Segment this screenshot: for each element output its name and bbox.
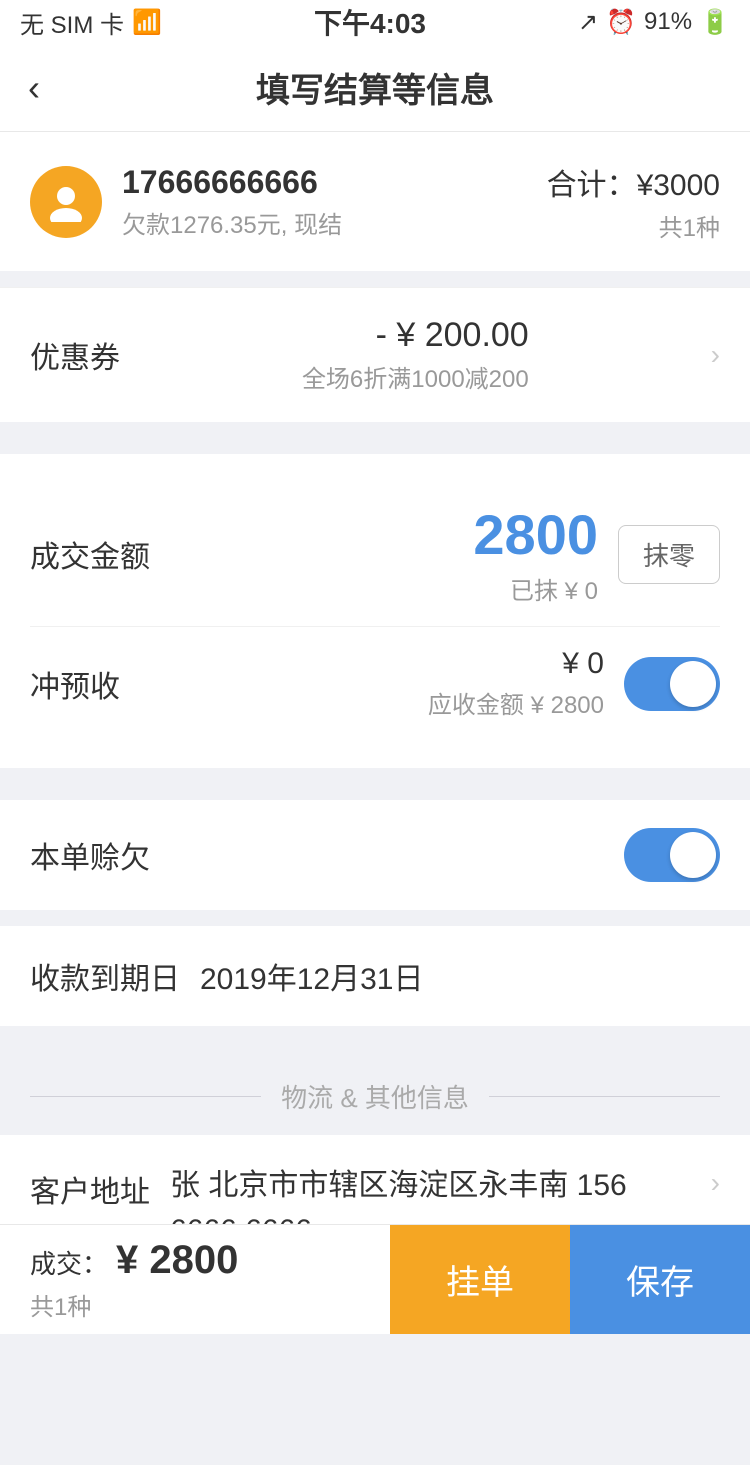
total-amount: 合计：¥3000 — [547, 160, 720, 204]
prepay-amount: ¥ 0 — [428, 647, 604, 681]
summary-count: 共1种 — [30, 1287, 360, 1322]
bottom-summary: 成交： ¥ 2800 共1种 — [0, 1238, 390, 1322]
status-right: ↗ ⏰ 91% 🔋 — [578, 8, 730, 37]
bottom-actions: 挂单 保存 — [390, 1225, 750, 1334]
save-button[interactable]: 保存 — [570, 1225, 750, 1334]
coupon-desc: 全场6折满1000减200 — [302, 359, 529, 394]
summary-label: 成交： — [30, 1244, 108, 1281]
coupon-label: 优惠券 — [30, 333, 120, 377]
deal-value-block: 2800 已抹 ¥ 0 — [473, 502, 598, 606]
no-sim-label: 无 SIM 卡 — [20, 5, 124, 40]
customer-info: 17666666666 欠款1276.35元, 现结 — [122, 164, 342, 240]
customer-phone: 17666666666 — [122, 164, 342, 201]
deal-label: 成交金额 — [30, 532, 150, 576]
page-title: 填写结算等信息 — [256, 63, 494, 112]
divider-line-left — [30, 1096, 261, 1097]
status-bar: 无 SIM 卡 📶 下午4:03 ↗ ⏰ 91% 🔋 — [0, 0, 750, 44]
battery-icon: 🔋 — [700, 8, 730, 37]
summary-amount: ¥ 2800 — [116, 1238, 238, 1283]
duedate-value: 2019年12月31日 — [200, 954, 423, 998]
battery-label: 91% — [644, 8, 692, 36]
separator-3 — [0, 1042, 750, 1058]
wifi-icon: 📶 — [132, 8, 162, 37]
total-count: 共1种 — [547, 208, 720, 243]
separator-2 — [0, 768, 750, 784]
round-off-button[interactable]: 抹零 — [618, 525, 720, 584]
prepay-row: 冲预收 ¥ 0 应收金额 ¥ 2800 — [30, 626, 720, 740]
deal-sub: 已抹 ¥ 0 — [473, 571, 598, 606]
customer-left: 17666666666 欠款1276.35元, 现结 — [30, 164, 342, 240]
prepay-toggle[interactable] — [624, 657, 720, 711]
customer-info-row: 17666666666 欠款1276.35元, 现结 合计：¥3000 共1种 — [0, 132, 750, 271]
deal-value: 2800 — [473, 502, 598, 567]
bottom-bar: 成交： ¥ 2800 共1种 挂单 保存 — [0, 1224, 750, 1334]
logistics-divider: 物流 & 其他信息 — [0, 1058, 750, 1135]
deal-right: 2800 已抹 ¥ 0 抹零 — [473, 502, 720, 606]
chevron-right-icon-address: › — [711, 1163, 720, 1199]
debt-order-row: 本单赊欠 — [0, 800, 750, 910]
divider-line-right — [489, 1096, 720, 1097]
avatar — [30, 166, 102, 238]
address-label: 客户地址 — [30, 1163, 150, 1211]
total-label: 合计： — [547, 169, 637, 202]
amount-section: 成交金额 2800 已抹 ¥ 0 抹零 冲预收 ¥ 0 应收金额 ¥ 2800 — [0, 454, 750, 768]
alarm-icon: ⏰ — [606, 8, 636, 37]
coupon-discount: - ¥ 200.00 — [302, 316, 529, 355]
chevron-right-icon: › — [711, 339, 720, 371]
prepay-label: 冲预收 — [30, 662, 120, 706]
prepay-value-block: ¥ 0 应收金额 ¥ 2800 — [428, 647, 604, 720]
status-time: 下午4:03 — [314, 2, 426, 42]
deal-amount-row: 成交金额 2800 已抹 ¥ 0 抹零 — [30, 482, 720, 626]
total-value: ¥3000 — [637, 169, 720, 202]
coupon-right: - ¥ 200.00 全场6折满1000减200 — [302, 316, 529, 394]
back-button[interactable]: ‹ — [28, 67, 40, 109]
logistics-label: 物流 & 其他信息 — [281, 1078, 469, 1115]
status-left: 无 SIM 卡 📶 — [20, 5, 162, 40]
customer-debt: 欠款1276.35元, 现结 — [122, 205, 342, 240]
summary-top: 成交： ¥ 2800 — [30, 1238, 360, 1283]
customer-right: 合计：¥3000 共1种 — [547, 160, 720, 243]
hold-order-button[interactable]: 挂单 — [390, 1225, 570, 1334]
duedate-row: 收款到期日 2019年12月31日 — [0, 926, 750, 1026]
duedate-label: 收款到期日 — [30, 954, 180, 998]
prepay-sub: 应收金额 ¥ 2800 — [428, 685, 604, 720]
nav-bar: ‹ 填写结算等信息 — [0, 44, 750, 132]
coupon-row[interactable]: 优惠券 - ¥ 200.00 全场6折满1000减200 › — [0, 287, 750, 422]
separator-1 — [0, 438, 750, 454]
prepay-right: ¥ 0 应收金额 ¥ 2800 — [428, 647, 720, 720]
debt-label: 本单赊欠 — [30, 833, 150, 877]
debt-toggle[interactable] — [624, 828, 720, 882]
location-icon: ↗ — [578, 8, 598, 37]
